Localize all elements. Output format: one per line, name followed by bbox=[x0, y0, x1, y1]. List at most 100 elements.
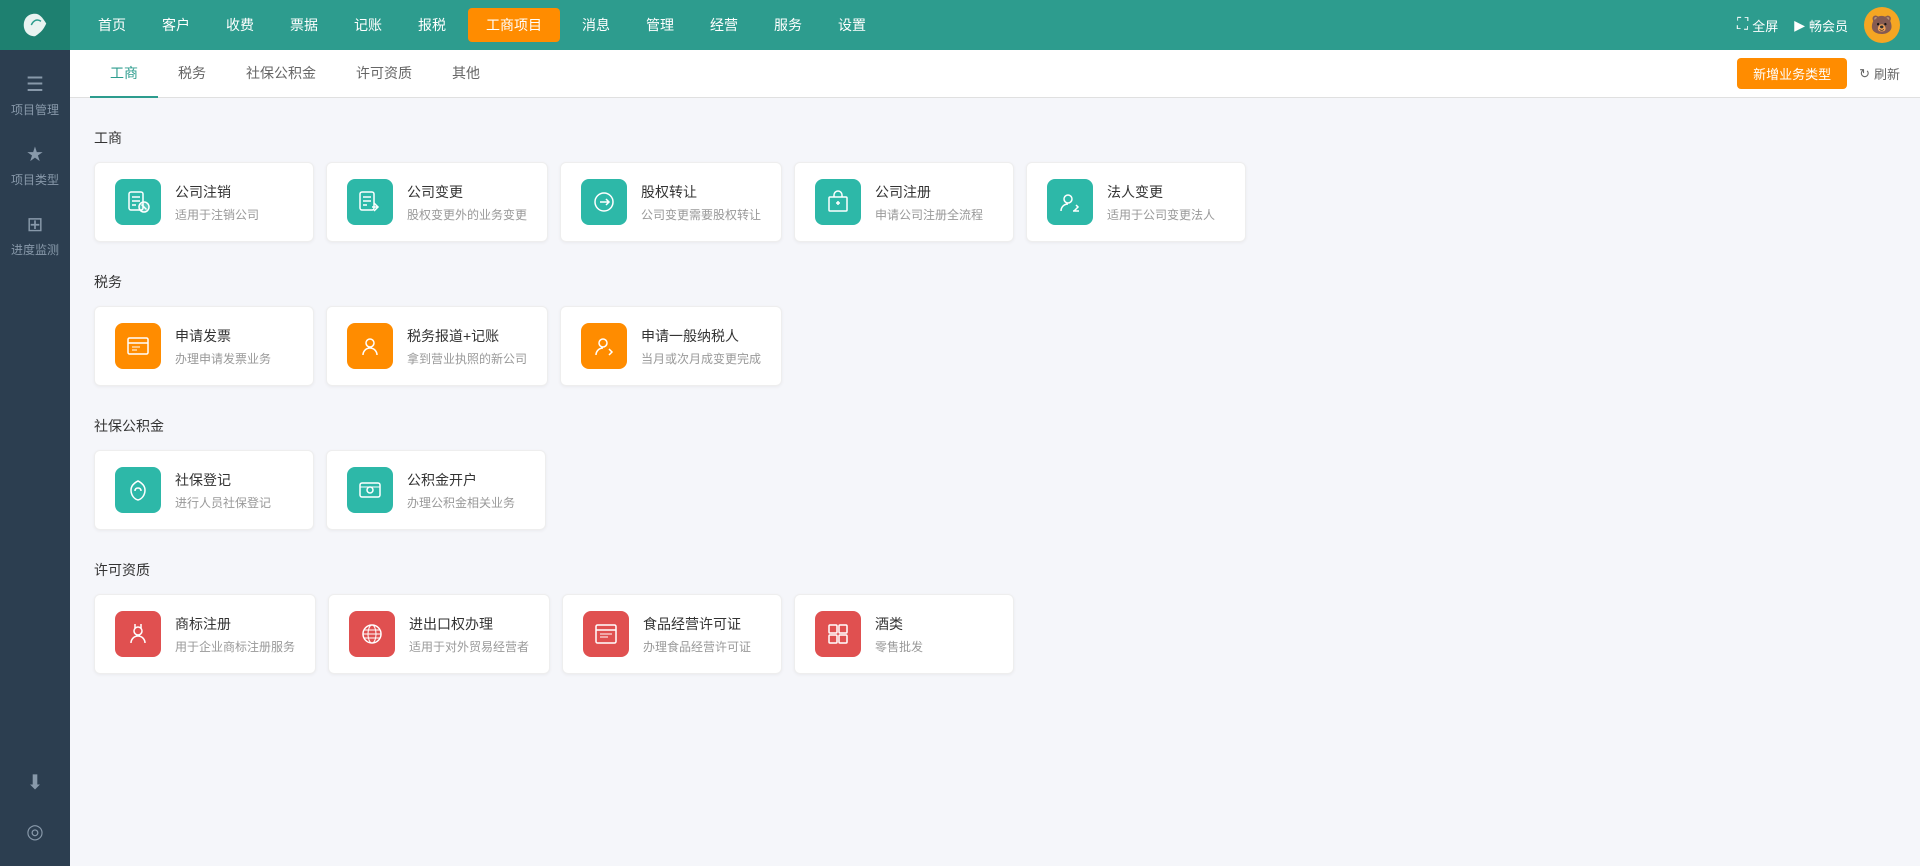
tab-tax[interactable]: 税务 bbox=[158, 50, 226, 98]
card-social-insurance[interactable]: 社保登记 进行人员社保登记 bbox=[94, 450, 314, 530]
nav-customer[interactable]: 客户 bbox=[144, 0, 208, 50]
apply-invoice-title: 申请发票 bbox=[175, 326, 271, 346]
food-license-title: 食品经营许可证 bbox=[643, 614, 751, 634]
sidebar-download-btn[interactable]: ⬇ bbox=[0, 758, 70, 807]
fullscreen-btn[interactable]: ⛶ 全屏 bbox=[1737, 16, 1778, 35]
nav-fee[interactable]: 收费 bbox=[208, 0, 272, 50]
sidebar-label-project-type: 项目类型 bbox=[11, 171, 59, 188]
apply-taxpayer-title: 申请一般纳税人 bbox=[641, 326, 761, 346]
sidebar: ☰ 项目管理 ★ 项目类型 ⊞ 进度监测 ⬇ ◎ bbox=[0, 50, 70, 866]
sidebar-item-project-type[interactable]: ★ 项目类型 bbox=[0, 130, 70, 200]
legal-person-change-title: 法人变更 bbox=[1107, 182, 1215, 202]
apply-taxpayer-icon bbox=[581, 323, 627, 369]
vip-label: 畅会员 bbox=[1809, 16, 1848, 35]
card-company-change[interactable]: 公司变更 股权变更外的业务变更 bbox=[326, 162, 548, 242]
nav-accounting[interactable]: 记账 bbox=[336, 0, 400, 50]
sidebar-item-progress[interactable]: ⊞ 进度监测 bbox=[0, 200, 70, 270]
company-register-desc: 申请公司注册全流程 bbox=[875, 206, 983, 223]
sidebar-label-progress: 进度监测 bbox=[11, 241, 59, 258]
add-type-button[interactable]: 新增业务类型 bbox=[1737, 58, 1847, 89]
equity-transfer-icon bbox=[581, 179, 627, 225]
provident-fund-info: 公积金开户 办理公积金相关业务 bbox=[407, 470, 515, 511]
liquor-title: 酒类 bbox=[875, 614, 923, 634]
sidebar-bottom: ⬇ ◎ bbox=[0, 758, 70, 856]
refresh-button[interactable]: ↻ 刷新 bbox=[1859, 64, 1900, 83]
provident-fund-title: 公积金开户 bbox=[407, 470, 515, 490]
card-provident-fund[interactable]: 公积金开户 办理公积金相关业务 bbox=[326, 450, 546, 530]
nav-invoice[interactable]: 票据 bbox=[272, 0, 336, 50]
trademark-title: 商标注册 bbox=[175, 614, 295, 634]
nav-settings[interactable]: 设置 bbox=[820, 0, 884, 50]
sidebar-help-btn[interactable]: ◎ bbox=[0, 807, 70, 856]
sidebar-item-project-manage[interactable]: ☰ 项目管理 bbox=[0, 60, 70, 130]
nav-operation[interactable]: 经营 bbox=[692, 0, 756, 50]
card-apply-taxpayer[interactable]: 申请一般纳税人 当月或次月成变更完成 bbox=[560, 306, 782, 386]
liquor-desc: 零售批发 bbox=[875, 638, 923, 655]
logo[interactable] bbox=[0, 0, 70, 50]
card-food-license[interactable]: 食品经营许可证 办理食品经营许可证 bbox=[562, 594, 782, 674]
top-navigation: 首页 客户 收费 票据 记账 报税 工商项目 消息 管理 经营 服务 设置 ⛶ … bbox=[0, 0, 1920, 50]
import-export-info: 进出口权办理 适用于对外贸易经营者 bbox=[409, 614, 529, 655]
food-license-icon bbox=[583, 611, 629, 657]
location-icon: ◎ bbox=[26, 819, 43, 844]
trademark-info: 商标注册 用于企业商标注册服务 bbox=[175, 614, 295, 655]
card-company-cancel[interactable]: 公司注销 适用于注销公司 bbox=[94, 162, 314, 242]
provident-fund-icon bbox=[347, 467, 393, 513]
trademark-desc: 用于企业商标注册服务 bbox=[175, 638, 295, 655]
company-register-info: 公司注册 申请公司注册全流程 bbox=[875, 182, 983, 223]
company-cancel-icon bbox=[115, 179, 161, 225]
nav-tax[interactable]: 报税 bbox=[400, 0, 464, 50]
cards-grid-social: 社保登记 进行人员社保登记 公积金开户 办理公积金相关业务 bbox=[94, 450, 1896, 530]
company-change-icon bbox=[347, 179, 393, 225]
apply-invoice-icon bbox=[115, 323, 161, 369]
legal-person-change-icon bbox=[1047, 179, 1093, 225]
food-license-info: 食品经营许可证 办理食品经营许可证 bbox=[643, 614, 751, 655]
card-company-register[interactable]: 公司注册 申请公司注册全流程 bbox=[794, 162, 1014, 242]
legal-person-change-desc: 适用于公司变更法人 bbox=[1107, 206, 1215, 223]
grid-icon: ⊞ bbox=[27, 212, 44, 237]
section-title-industry: 工商 bbox=[94, 128, 1896, 148]
section-title-tax: 税务 bbox=[94, 272, 1896, 292]
card-apply-invoice[interactable]: 申请发票 办理申请发票业务 bbox=[94, 306, 314, 386]
liquor-info: 酒类 零售批发 bbox=[875, 614, 923, 655]
card-legal-person-change[interactable]: 法人变更 适用于公司变更法人 bbox=[1026, 162, 1246, 242]
company-cancel-desc: 适用于注销公司 bbox=[175, 206, 259, 223]
nav-home[interactable]: 首页 bbox=[80, 0, 144, 50]
nav-manage[interactable]: 管理 bbox=[628, 0, 692, 50]
card-tax-report-accounting[interactable]: 税务报道+记账 拿到营业执照的新公司 bbox=[326, 306, 548, 386]
equity-transfer-title: 股权转让 bbox=[641, 182, 761, 202]
cards-grid-qualification: 商标注册 用于企业商标注册服务 进出口权办理 适用于对外贸易经营者 bbox=[94, 594, 1896, 674]
import-export-desc: 适用于对外贸易经营者 bbox=[409, 638, 529, 655]
user-avatar[interactable]: 🐻 bbox=[1864, 7, 1900, 43]
tab-social-insurance[interactable]: 社保公积金 bbox=[226, 50, 336, 98]
content-area: 工商 税务 社保公积金 许可资质 其他 新增业务类型 ↻ 刷新 工商 bbox=[70, 50, 1920, 866]
food-license-desc: 办理食品经营许可证 bbox=[643, 638, 751, 655]
nav-message[interactable]: 消息 bbox=[564, 0, 628, 50]
top-nav-right: ⛶ 全屏 ▶ 畅会员 🐻 bbox=[1737, 7, 1920, 43]
scroll-content: 工商 公司注销 适用于注销公司 公司变更 bbox=[70, 98, 1920, 866]
company-cancel-info: 公司注销 适用于注销公司 bbox=[175, 182, 259, 223]
list-icon: ☰ bbox=[26, 72, 44, 97]
vip-btn[interactable]: ▶ 畅会员 bbox=[1794, 16, 1848, 35]
card-import-export[interactable]: 进出口权办理 适用于对外贸易经营者 bbox=[328, 594, 550, 674]
card-equity-transfer[interactable]: 股权转让 公司变更需要股权转让 bbox=[560, 162, 782, 242]
company-change-title: 公司变更 bbox=[407, 182, 527, 202]
refresh-icon: ↻ bbox=[1859, 66, 1870, 82]
nav-industry[interactable]: 工商项目 bbox=[468, 8, 560, 42]
card-liquor[interactable]: 酒类 零售批发 bbox=[794, 594, 1014, 674]
card-trademark[interactable]: 商标注册 用于企业商标注册服务 bbox=[94, 594, 316, 674]
company-change-info: 公司变更 股权变更外的业务变更 bbox=[407, 182, 527, 223]
tab-qualification[interactable]: 许可资质 bbox=[336, 50, 432, 98]
apply-invoice-desc: 办理申请发票业务 bbox=[175, 350, 271, 367]
equity-transfer-desc: 公司变更需要股权转让 bbox=[641, 206, 761, 223]
apply-taxpayer-info: 申请一般纳税人 当月或次月成变更完成 bbox=[641, 326, 761, 367]
legal-person-change-info: 法人变更 适用于公司变更法人 bbox=[1107, 182, 1215, 223]
tab-other[interactable]: 其他 bbox=[432, 50, 500, 98]
cards-grid-tax: 申请发票 办理申请发票业务 税务报道+记账 拿到营业执照的新公司 bbox=[94, 306, 1896, 386]
tab-industry[interactable]: 工商 bbox=[90, 50, 158, 98]
play-icon: ▶ bbox=[1794, 17, 1805, 34]
company-register-icon bbox=[815, 179, 861, 225]
cards-grid-industry: 公司注销 适用于注销公司 公司变更 股权变更外的业务变更 bbox=[94, 162, 1896, 242]
provident-fund-desc: 办理公积金相关业务 bbox=[407, 494, 515, 511]
nav-service[interactable]: 服务 bbox=[756, 0, 820, 50]
